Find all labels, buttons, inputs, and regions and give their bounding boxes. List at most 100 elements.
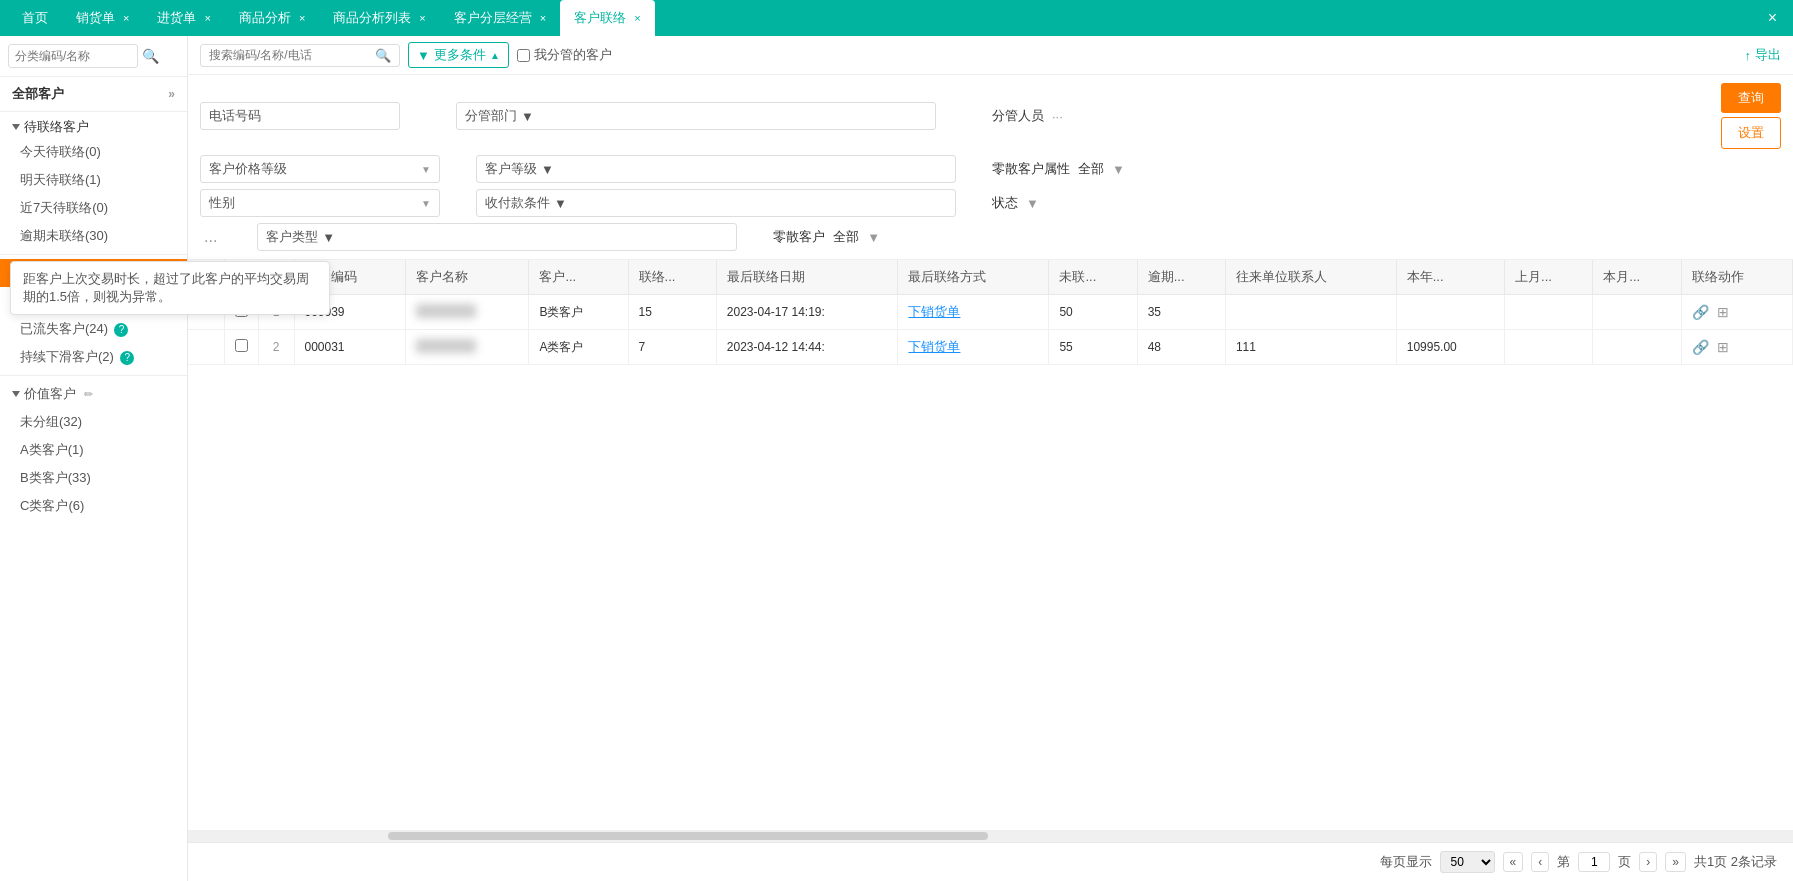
phone-field[interactable]: 电话号码: [200, 102, 400, 130]
payment-arrow: ▼: [554, 196, 567, 211]
sidebar-pending-group[interactable]: 待联络客户: [0, 112, 187, 138]
filter-search-input[interactable]: [209, 48, 371, 62]
horizontal-scrollbar[interactable]: [188, 830, 1793, 842]
sidebar-search-icon[interactable]: 🔍: [142, 48, 159, 64]
cell-name-1: [405, 330, 529, 365]
sidebar-7day-pending[interactable]: 近7天待联络(0): [0, 194, 187, 222]
sidebar-collapse-icon[interactable]: »: [168, 87, 175, 101]
cell-action-0: 🔗 ⊞: [1681, 295, 1792, 330]
adv-filter-row-2: 客户价格等级 ▼ 客户等级 ▼ 零散客户属性 全部 ▼: [200, 155, 1781, 183]
my-customer-checkbox-label[interactable]: 我分管的客户: [517, 46, 612, 64]
nav-product-analysis[interactable]: 商品分析 ×: [225, 0, 319, 36]
sidebar-declining[interactable]: 持续下滑客户(2) ?: [0, 343, 187, 371]
sidebar-value-edit-icon[interactable]: ✏: [84, 388, 93, 401]
filter-search-box[interactable]: 🔍: [200, 44, 400, 67]
first-page-btn[interactable]: «: [1503, 852, 1524, 872]
content-area: 🔍 ▼ 更多条件 ▲ 我分管的客户 ↑ 导出 电话号码: [188, 36, 1793, 881]
cell-num-1: 2: [258, 330, 294, 365]
cell-this-year-1: 10995.00: [1396, 330, 1504, 365]
sidebar-value-group: 价值客户 ✏: [0, 380, 187, 408]
price-level-field[interactable]: 客户价格等级 ▼: [200, 155, 440, 183]
col-this-year: 本年...: [1396, 260, 1504, 295]
cell-not-contacted-0: 50: [1049, 295, 1137, 330]
nav-home[interactable]: 首页: [8, 0, 62, 36]
action-grid-icon-1[interactable]: ⊞: [1717, 339, 1729, 355]
sidebar-overdue-pending[interactable]: 逾期未联络(30): [0, 222, 187, 250]
gender-arrow: ▼: [421, 198, 431, 209]
query-settings-actions: 查询 设置: [1721, 83, 1781, 149]
query-button[interactable]: 查询: [1721, 83, 1781, 113]
cell-last-way-0[interactable]: 下销货单: [898, 295, 1049, 330]
scrollbar-thumb[interactable]: [388, 832, 988, 840]
sidebar-b-customers[interactable]: B类客户(33): [0, 464, 187, 492]
nav-close-customer-contact[interactable]: ×: [634, 0, 640, 36]
status-arrow[interactable]: ▼: [1026, 196, 1039, 211]
page-input[interactable]: [1578, 852, 1610, 872]
nav-close-purchase[interactable]: ×: [204, 0, 210, 36]
cell-last-way-1[interactable]: 下销货单: [898, 330, 1049, 365]
nav-purchase[interactable]: 进货单 ×: [143, 0, 224, 36]
payment-field[interactable]: 收付款条件 ▼: [476, 189, 956, 217]
sidebar-a-customers[interactable]: A类客户(1): [0, 436, 187, 464]
cell-checkbox-1[interactable]: [224, 330, 258, 365]
customer-type-field[interactable]: 客户类型 ▼: [257, 223, 737, 251]
cell-last-month-1: [1505, 330, 1593, 365]
sidebar-tomorrow-pending[interactable]: 明天待联络(1): [0, 166, 187, 194]
retail-attr-arrow[interactable]: ▼: [1112, 162, 1125, 177]
sidebar-ungrouped[interactable]: 未分组(32): [0, 408, 187, 436]
filter-search-icon[interactable]: 🔍: [375, 48, 391, 63]
dept-field[interactable]: 分管部门 ▼: [456, 102, 936, 130]
nav-sales[interactable]: 销货单 ×: [62, 0, 143, 36]
window-close-button[interactable]: ×: [1768, 9, 1777, 27]
retail-customer-arrow[interactable]: ▼: [867, 230, 880, 245]
customer-level-field[interactable]: 客户等级 ▼: [476, 155, 956, 183]
nav-close-customer-tier[interactable]: ×: [540, 0, 546, 36]
nav-customer-contact[interactable]: 客户联络 ×: [560, 0, 654, 36]
per-page-select[interactable]: 50 100 200: [1440, 851, 1495, 873]
cell-gear-1: [188, 330, 224, 365]
last-page-btn[interactable]: »: [1665, 852, 1686, 872]
action-grid-icon-0[interactable]: ⊞: [1717, 304, 1729, 320]
export-button[interactable]: ↑ 导出: [1745, 46, 1782, 64]
action-link-icon-1[interactable]: 🔗: [1692, 339, 1709, 355]
per-page-label: 每页显示: [1380, 853, 1432, 871]
cell-last-month-0: [1505, 295, 1593, 330]
sidebar-today-pending[interactable]: 今天待联络(0): [0, 138, 187, 166]
adv-filter-panel: 电话号码 分管部门 ▼ 分管人员 ··· 查询 设置: [188, 75, 1793, 260]
prev-page-btn[interactable]: ‹: [1531, 852, 1549, 872]
col-action: 联络动作: [1681, 260, 1792, 295]
nav-product-list[interactable]: 商品分析列表 ×: [319, 0, 439, 36]
action-link-icon-0[interactable]: 🔗: [1692, 304, 1709, 320]
sidebar-c-customers[interactable]: C类客户(6): [0, 492, 187, 520]
info-icon-lost2[interactable]: ?: [114, 323, 128, 337]
cell-category-1: A类客户: [529, 330, 628, 365]
gender-field[interactable]: 性别 ▼: [200, 189, 440, 217]
manager-field[interactable]: 分管人员 ···: [992, 107, 1072, 125]
filter-ellipsis[interactable]: ...: [200, 228, 221, 246]
chevron-down-icon: ▲: [490, 50, 500, 61]
info-icon-declining[interactable]: ?: [120, 351, 134, 365]
price-level-arrow: ▼: [421, 164, 431, 175]
next-page-btn[interactable]: ›: [1639, 852, 1657, 872]
nav-close-sales[interactable]: ×: [123, 0, 129, 36]
settings-button[interactable]: 设置: [1721, 117, 1781, 149]
manager-ellipsis[interactable]: ···: [1052, 109, 1063, 124]
adv-filter-row-4: ... 客户类型 ▼ 零散客户 全部 ▼: [200, 223, 1781, 251]
sidebar-all-label: 全部客户: [12, 85, 64, 103]
sidebar-search-input[interactable]: [8, 44, 138, 68]
col-category: 客户...: [529, 260, 628, 295]
my-customer-checkbox[interactable]: [517, 49, 530, 62]
filter-icon: ▼: [417, 48, 430, 63]
nav-customer-tier[interactable]: 客户分层经营 ×: [440, 0, 560, 36]
col-this-month: 本月...: [1593, 260, 1681, 295]
filter-more-button[interactable]: ▼ 更多条件 ▲: [408, 42, 509, 68]
nav-close-product-list[interactable]: ×: [419, 0, 425, 36]
sidebar-all-customers[interactable]: 全部客户 »: [0, 77, 187, 112]
filter-bar: 🔍 ▼ 更多条件 ▲ 我分管的客户 ↑ 导出: [188, 36, 1793, 75]
sidebar-lost[interactable]: 已流失客户(24) ?: [0, 315, 187, 343]
col-last-contact-way: 最后联络方式: [898, 260, 1049, 295]
cell-code-1: 000031: [294, 330, 405, 365]
cell-unit-contact-1: 111: [1225, 330, 1396, 365]
nav-close-product-analysis[interactable]: ×: [299, 0, 305, 36]
cell-last-date-0: 2023-04-17 14:19:: [716, 295, 898, 330]
